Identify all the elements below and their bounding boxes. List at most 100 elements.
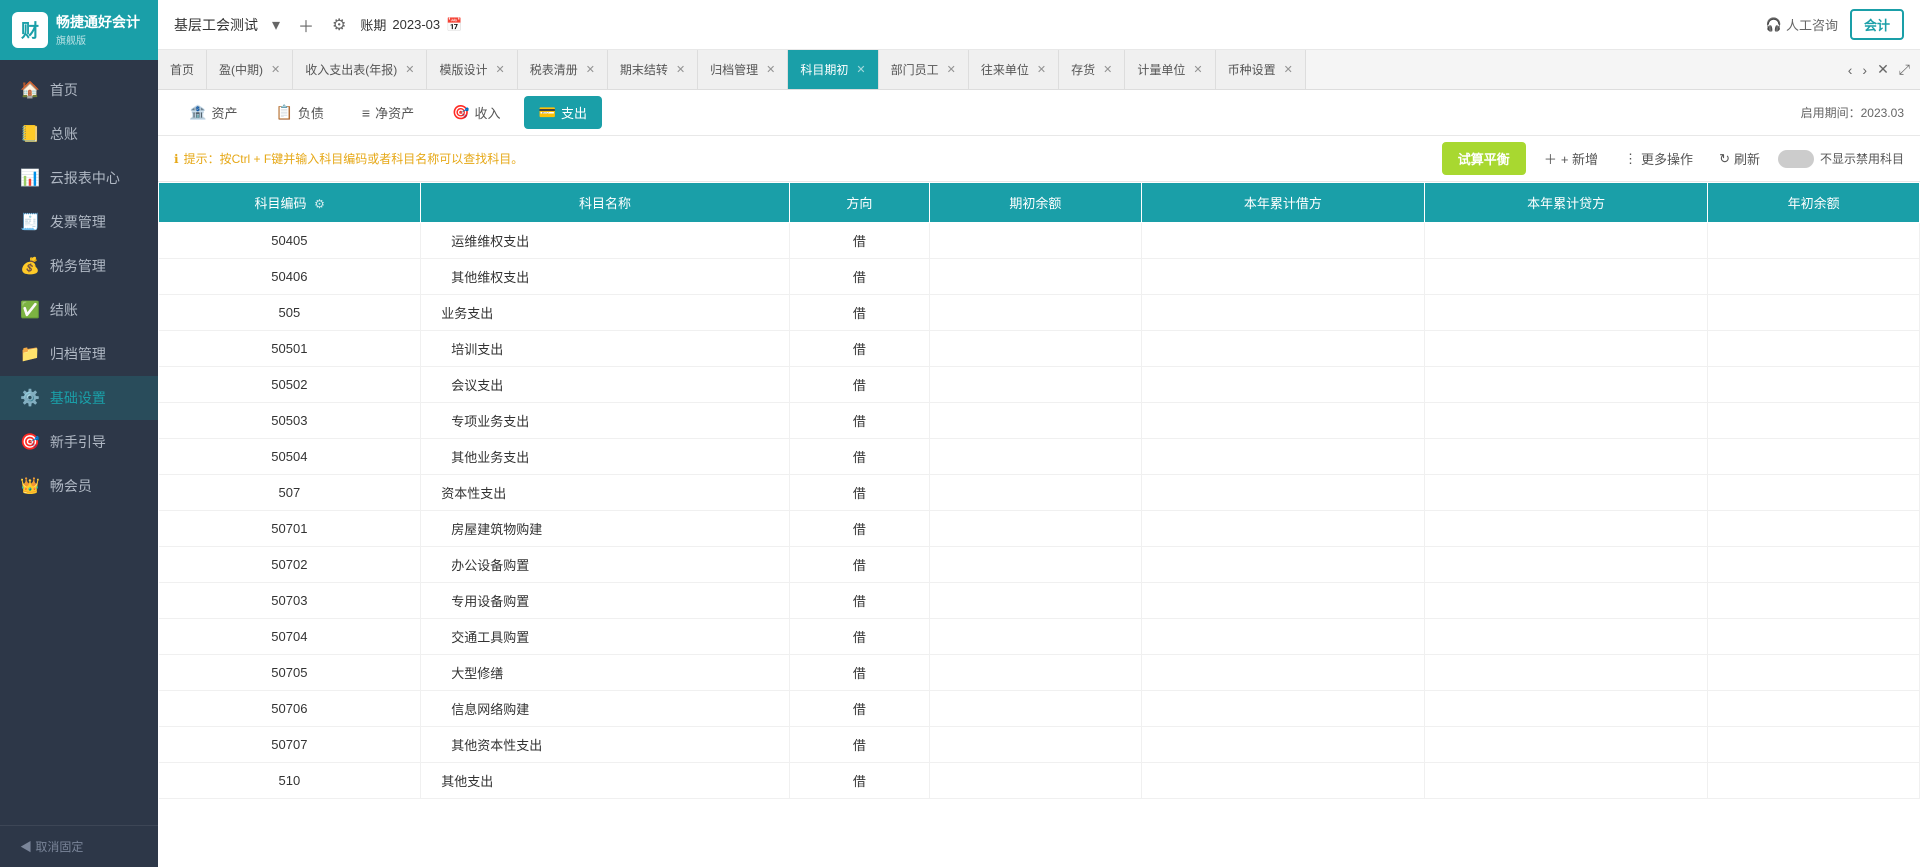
- tab-close-counterpart[interactable]: ✕: [1037, 63, 1046, 76]
- sidebar: 财 畅捷通好会计 旗舰版 🏠首页📒总账📊云报表中心🧾发票管理💰税务管理✅结账📁归…: [0, 0, 158, 867]
- sidebar-item-tax[interactable]: 💰税务管理: [0, 244, 158, 288]
- cell-0-7: [930, 475, 1142, 511]
- sidebar-item-guide[interactable]: 🎯新手引导: [0, 420, 158, 464]
- tab-midterm[interactable]: 盈(中期) ✕: [207, 50, 293, 89]
- cell-direction-8: 借: [789, 511, 929, 547]
- sidebar-item-member[interactable]: 👑畅会员: [0, 464, 158, 508]
- tab-label-income_annual: 收入支出表(年报): [305, 61, 397, 78]
- cell-name-8: 房屋建筑物购建: [421, 511, 789, 547]
- subtab-net_asset[interactable]: ≡净资产: [347, 96, 429, 129]
- subtab-liability[interactable]: 📋负债: [260, 96, 338, 129]
- cell-1-3: [1141, 331, 1424, 367]
- toggle-control[interactable]: [1778, 150, 1814, 168]
- tabs-prev-icon[interactable]: ‹: [1844, 60, 1857, 80]
- cell-0-15: [930, 763, 1142, 799]
- tab-tax_clear[interactable]: 税表清册 ✕: [518, 50, 608, 89]
- balance-button[interactable]: 试算平衡: [1442, 142, 1526, 175]
- tab-dept_staff[interactable]: 部门员工✕: [879, 50, 969, 89]
- sidebar-item-home[interactable]: 🏠首页: [0, 68, 158, 112]
- tab-close-tax_clear[interactable]: ✕: [586, 63, 595, 76]
- calendar-icon[interactable]: 📅: [446, 17, 462, 33]
- cell-3-13: [1708, 691, 1920, 727]
- sidebar-item-archive[interactable]: 📁归档管理: [0, 332, 158, 376]
- tabs-close-all-icon[interactable]: ✕: [1873, 59, 1893, 80]
- tab-label-period_end: 期末结转: [620, 61, 668, 78]
- account-button[interactable]: 会计: [1850, 9, 1904, 40]
- col-settings-icon[interactable]: ⚙: [314, 197, 325, 211]
- sidebar-item-reports[interactable]: 📊云报表中心: [0, 156, 158, 200]
- add-icon: ＋: [1544, 149, 1557, 168]
- toggle-disabled-subjects[interactable]: 不显示禁用科目: [1778, 150, 1904, 168]
- cell-3-7: [1708, 475, 1920, 511]
- add-button[interactable]: ＋ + 新增: [1536, 145, 1606, 172]
- tab-currency[interactable]: 币种设置✕: [1216, 50, 1306, 89]
- ledger-icon: 📒: [20, 124, 40, 144]
- settle-icon: ✅: [20, 300, 40, 320]
- add-tab-icon[interactable]: ＋: [294, 9, 318, 41]
- subtab-expense[interactable]: 💳支出: [524, 96, 602, 129]
- cell-2-4: [1424, 367, 1707, 403]
- tabs-navigation: ‹ › ✕ ⤢: [1838, 50, 1920, 89]
- subtab-income[interactable]: 🎯收入: [437, 96, 515, 129]
- col-header-6: 年初余额: [1708, 183, 1920, 223]
- toolbar: ℹ 提示：按Ctrl + F键并输入科目编码或者科目名称可以查找科目。 试算平衡…: [158, 136, 1920, 182]
- tab-close-midterm[interactable]: ✕: [271, 63, 280, 76]
- tab-period_end[interactable]: 期末结转 ✕: [608, 50, 698, 89]
- support-button[interactable]: 🎧 人工咨询: [1766, 15, 1838, 34]
- sidebar-nav: 🏠首页 📒 总账 📊云报表中心🧾发票管理💰税务管理✅结账📁归档管理⚙️基础设置🎯新手引…: [0, 60, 158, 825]
- cell-1-7: [1141, 475, 1424, 511]
- cell-3-9: [1708, 547, 1920, 583]
- cell-direction-1: 借: [789, 259, 929, 295]
- cell-name-10: 专用设备购置: [421, 583, 789, 619]
- sidebar-item-settle[interactable]: ✅结账: [0, 288, 158, 332]
- tab-close-income_annual[interactable]: ✕: [405, 63, 414, 76]
- subtab-asset[interactable]: 🏦资产: [174, 96, 252, 129]
- table-row: 50406其他维权支出借: [159, 259, 1920, 295]
- tab-inventory[interactable]: 存货✕: [1059, 50, 1125, 89]
- sidebar-item-settings[interactable]: ⚙️基础设置: [0, 376, 158, 420]
- tab-close-inventory[interactable]: ✕: [1103, 63, 1112, 76]
- sidebar-collapse-btn[interactable]: ◀ 取消固定: [0, 825, 158, 867]
- col-header-5: 本年累计贷方: [1424, 183, 1707, 223]
- tab-home[interactable]: 首页: [158, 50, 207, 89]
- logo-icon: 财: [12, 12, 48, 48]
- refresh-button[interactable]: ↻ 刷新: [1711, 145, 1768, 172]
- invoice-icon: 🧾: [20, 212, 40, 232]
- sidebar-item-invoice[interactable]: 🧾发票管理: [0, 200, 158, 244]
- tabs-expand-icon[interactable]: ⤢: [1895, 59, 1914, 80]
- cell-3-2: [1708, 295, 1920, 331]
- tab-close-template[interactable]: ✕: [495, 63, 504, 76]
- tab-close-measure_unit[interactable]: ✕: [1193, 63, 1202, 76]
- member-icon: 👑: [20, 476, 40, 496]
- tabs-next-icon[interactable]: ›: [1858, 60, 1871, 80]
- tab-close-dept_staff[interactable]: ✕: [947, 63, 956, 76]
- tab-close-period_end[interactable]: ✕: [676, 63, 685, 76]
- sidebar-label-ledger: 总账: [50, 124, 78, 144]
- cell-code-8: 50701: [159, 511, 421, 547]
- dropdown-icon[interactable]: ▾: [268, 11, 284, 39]
- table-row: 50701房屋建筑物购建借: [159, 511, 1920, 547]
- tab-counterpart[interactable]: 往来单位✕: [969, 50, 1059, 89]
- cell-code-10: 50703: [159, 583, 421, 619]
- tab-template[interactable]: 模版设计✕: [427, 50, 517, 89]
- tab-subject_initial[interactable]: 科目期初✕: [788, 50, 878, 89]
- tab-close-archive_mgr[interactable]: ✕: [766, 63, 775, 76]
- tab-income_annual[interactable]: 收入支出表(年报) ✕: [293, 50, 427, 89]
- sidebar-item-ledger[interactable]: 📒 总账: [0, 112, 158, 156]
- tab-measure_unit[interactable]: 计量单位✕: [1125, 50, 1215, 89]
- tab-label-tax_clear: 税表清册: [530, 61, 578, 78]
- cell-name-11: 交通工具购置: [421, 619, 789, 655]
- more-button[interactable]: ⋮ 更多操作: [1616, 145, 1701, 172]
- tab-archive_mgr[interactable]: 归档管理✕: [698, 50, 788, 89]
- col-header-1: 科目名称: [421, 183, 789, 223]
- period-label: 账期: [360, 15, 386, 34]
- cell-3-14: [1708, 727, 1920, 763]
- settings-icon[interactable]: ⚙: [328, 11, 350, 39]
- table-row: 50405运维维权支出借: [159, 223, 1920, 259]
- cell-2-6: [1424, 439, 1707, 475]
- sidebar-label-tax: 税务管理: [50, 256, 106, 276]
- tab-close-subject_initial[interactable]: ✕: [856, 63, 865, 76]
- table-row: 50702办公设备购置借: [159, 547, 1920, 583]
- tab-close-currency[interactable]: ✕: [1284, 63, 1293, 76]
- tab-label-midterm: 盈(中期): [219, 61, 263, 78]
